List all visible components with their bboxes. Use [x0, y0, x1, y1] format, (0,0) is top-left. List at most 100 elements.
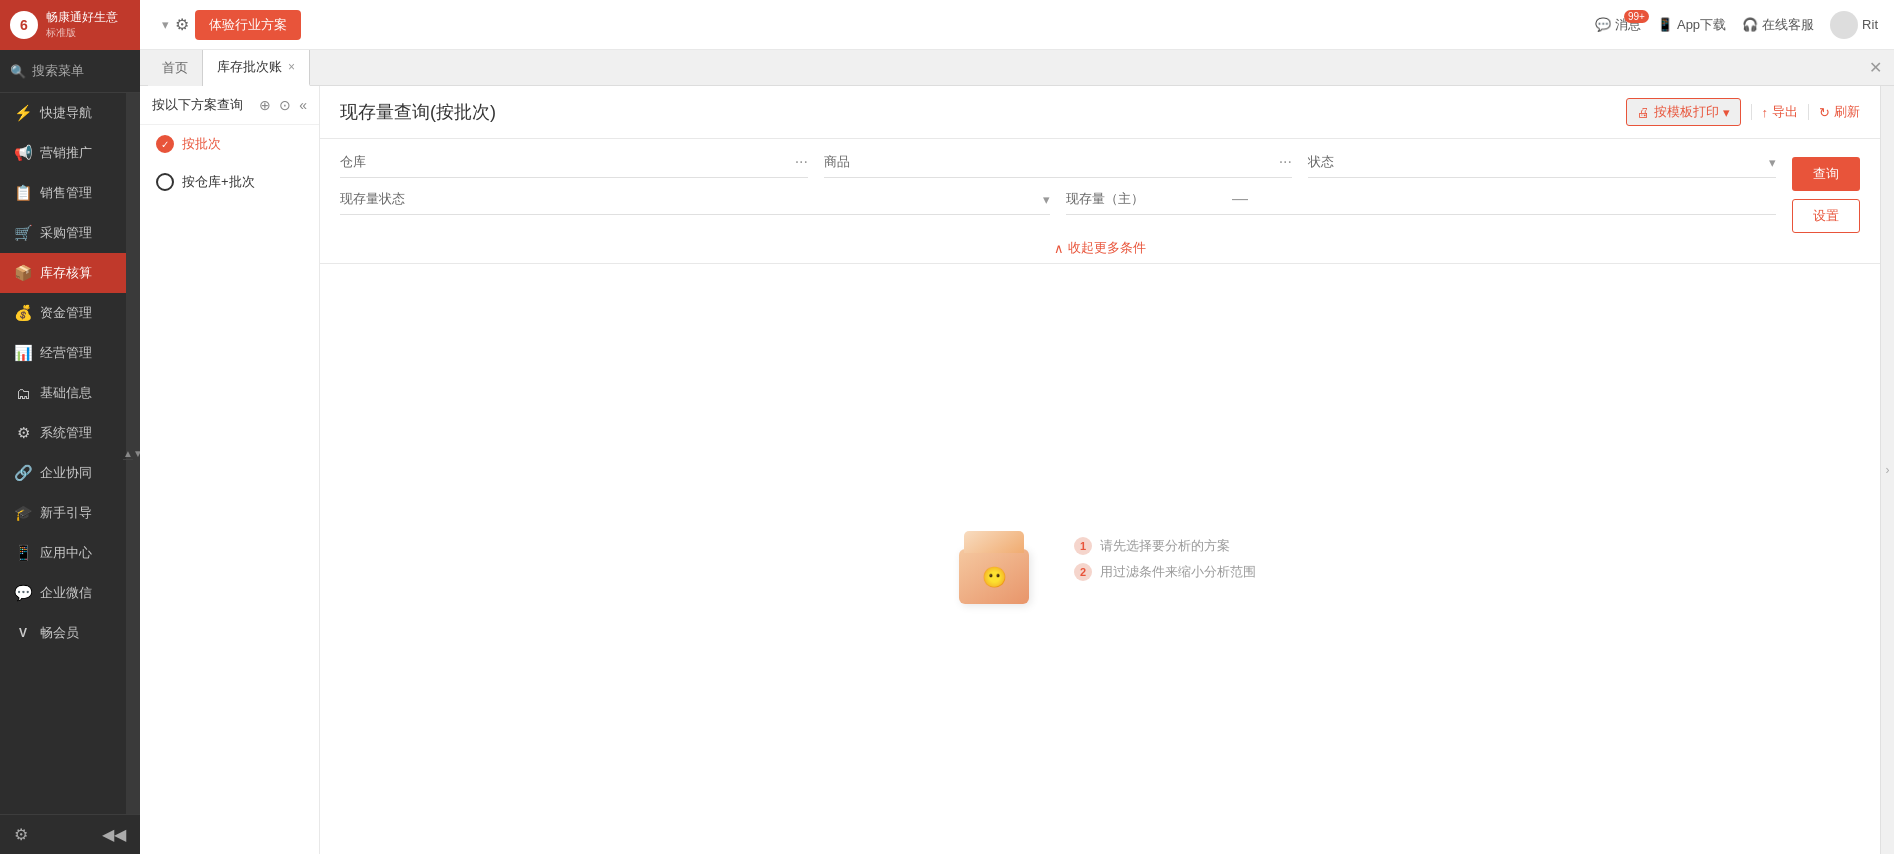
avatar: [1830, 11, 1858, 39]
sidebar-item-wechat[interactable]: 💬 企业微信: [0, 573, 126, 613]
product-label: 商品: [824, 153, 854, 171]
user-menu[interactable]: Rit: [1830, 11, 1878, 39]
topbar-gear-icon[interactable]: ⚙: [175, 15, 189, 34]
system-icon: ⚙: [14, 424, 32, 442]
collapse-icon: ∧: [1054, 241, 1064, 256]
empty-content: 😶 1 请先选择要分析的方案 2 用过滤条件来缩小分析范围: [944, 509, 1256, 609]
sidebar-item-inventory[interactable]: 📦 库存核算: [0, 253, 126, 293]
inventory-status-dropdown-icon[interactable]: ▾: [1043, 192, 1050, 207]
finance-icon: 💰: [14, 304, 32, 322]
filter-row-1: 仓库 ··· 商品 ···: [340, 153, 1776, 178]
sidebar-item-shortcut[interactable]: ⚡ 快捷导航: [0, 93, 126, 133]
stock-min-input[interactable]: [1144, 192, 1224, 207]
sidebar-item-newbie[interactable]: 🎓 新手引导: [0, 493, 126, 533]
scroll-down-btn[interactable]: ▼: [133, 448, 140, 459]
status-dropdown-icon[interactable]: ▾: [1769, 155, 1776, 170]
empty-state: 😶 1 请先选择要分析的方案 2 用过滤条件来缩小分析范围: [320, 264, 1880, 854]
close-all-tabs-button[interactable]: ✕: [1857, 58, 1894, 77]
tab-inventory-batch[interactable]: 库存批次账 ×: [203, 50, 310, 86]
add-scheme-icon[interactable]: ⊕: [259, 97, 271, 113]
sidebar-item-finance[interactable]: 💰 资金管理: [0, 293, 126, 333]
settings-button[interactable]: 设置: [1792, 199, 1860, 233]
export-button[interactable]: ↑ 导出: [1762, 103, 1799, 121]
online-service-button[interactable]: 🎧 在线客服: [1742, 16, 1814, 34]
right-edge-panel[interactable]: ›: [1880, 86, 1894, 854]
query-button[interactable]: 查询: [1792, 157, 1860, 191]
basic-icon: 🗂: [14, 384, 32, 402]
warehouse-dots[interactable]: ···: [795, 153, 808, 171]
tab-close-icon[interactable]: ×: [288, 60, 295, 74]
sidebar-item-label: 采购管理: [40, 224, 92, 242]
scroll-up-btn[interactable]: ▲: [123, 448, 133, 460]
topbar-right: 💬 消息 99+ 📱 App下载 🎧 在线客服 Rit: [1595, 11, 1878, 39]
tip-2-text: 用过滤条件来缩小分析范围: [1100, 563, 1256, 581]
filter-section: 仓库 ··· 商品 ···: [320, 139, 1880, 264]
inventory-status-input[interactable]: [405, 192, 1043, 207]
sidebar-item-sales[interactable]: 📋 销售管理: [0, 173, 126, 213]
sidebar-item-operations[interactable]: 📊 经营管理: [0, 333, 126, 373]
divider-1: [1751, 104, 1752, 120]
newbie-icon: 🎓: [14, 504, 32, 522]
sidebar-search-area: 🔍 搜索菜单: [0, 50, 140, 93]
service-icon: 🎧: [1742, 17, 1758, 32]
sidebar-item-label: 营销推广: [40, 144, 92, 162]
trial-button[interactable]: 体验行业方案: [195, 10, 301, 40]
empty-box-face: 😶: [982, 565, 1007, 589]
sidebar-item-enterprise[interactable]: 🔗 企业协同: [0, 453, 126, 493]
empty-illustration: 😶: [944, 509, 1044, 609]
print-button[interactable]: 🖨 按模板打印 ▾: [1626, 98, 1741, 126]
sidebar-footer: ⚙ ◀◀: [0, 814, 140, 854]
scheme-item-by-warehouse-batch[interactable]: 按仓库+批次: [140, 163, 319, 201]
empty-box-body: 😶: [959, 549, 1029, 604]
message-button[interactable]: 💬 消息 99+: [1595, 16, 1641, 34]
sidebar-company-info: 畅康通好生意 标准版: [46, 10, 118, 40]
scheme-item-by-batch[interactable]: ✓ 按批次: [140, 125, 319, 163]
sidebar-search-button[interactable]: 🔍 搜索菜单: [10, 58, 130, 84]
refresh-icon: ↻: [1819, 105, 1830, 120]
tip-1-number: 1: [1074, 537, 1092, 555]
collapse-panel-icon[interactable]: «: [299, 97, 307, 113]
sidebar-search-label: 搜索菜单: [32, 62, 84, 80]
footer-settings-icon[interactable]: ⚙: [14, 825, 28, 844]
print-dropdown-icon[interactable]: ▾: [1723, 105, 1730, 120]
sidebar-logo: 6: [10, 11, 38, 39]
sidebar-item-basic[interactable]: 🗂 基础信息: [0, 373, 126, 413]
refresh-label: 刷新: [1834, 103, 1860, 121]
print-icon: 🖨: [1637, 105, 1650, 120]
sidebar-item-marketing[interactable]: 📢 营销推广: [0, 133, 126, 173]
warehouse-input[interactable]: [370, 155, 791, 170]
topbar-dropdown-icon[interactable]: ▾: [162, 17, 169, 32]
footer-collapse-icon[interactable]: ◀◀: [102, 825, 126, 844]
app-download-label: App下载: [1677, 16, 1726, 34]
marketing-icon: 📢: [14, 144, 32, 162]
username: Rit: [1862, 17, 1878, 32]
filter-row-2: 现存量状态 ▾ 现存量（主） —: [340, 190, 1776, 215]
sidebar-item-system[interactable]: ⚙ 系统管理: [0, 413, 126, 453]
scheme-settings-icon[interactable]: ⊙: [279, 97, 291, 113]
sidebar-scroll-area: ⚡ 快捷导航 📢 营销推广 📋 销售管理 🛒 采购管理 📦 库存核算 💰: [0, 93, 140, 814]
product-input[interactable]: [854, 155, 1275, 170]
collapse-filter-button[interactable]: ∧ 收起更多条件: [320, 233, 1880, 263]
home-tab-label: 首页: [162, 59, 188, 77]
sidebar-item-label: 经营管理: [40, 344, 92, 362]
app-download-button[interactable]: 📱 App下载: [1657, 16, 1726, 34]
service-label: 在线客服: [1762, 16, 1814, 34]
tab-home[interactable]: 首页: [148, 50, 203, 86]
operations-icon: 📊: [14, 344, 32, 362]
left-panel-title: 按以下方案查询: [152, 96, 243, 114]
export-label: 导出: [1772, 103, 1798, 121]
purchase-icon: 🛒: [14, 224, 32, 242]
sidebar-item-purchase[interactable]: 🛒 采购管理: [0, 213, 126, 253]
app-icon: 📱: [14, 544, 32, 562]
refresh-button[interactable]: ↻ 刷新: [1819, 103, 1860, 121]
product-dots[interactable]: ···: [1279, 153, 1292, 171]
left-panel: 按以下方案查询 ⊕ ⊙ « ✓ 按批次 按仓库+批次: [140, 86, 320, 854]
stock-max-input[interactable]: [1256, 192, 1336, 207]
sidebar-item-label: 企业微信: [40, 584, 92, 602]
tip-2-number: 2: [1074, 563, 1092, 581]
status-input[interactable]: [1338, 155, 1769, 170]
sidebar-item-member[interactable]: V 畅会员: [0, 613, 126, 653]
sidebar-item-app[interactable]: 📱 应用中心: [0, 533, 126, 573]
scheme-inactive-indicator: [156, 173, 174, 191]
status-filter: 状态 ▾: [1308, 153, 1776, 178]
